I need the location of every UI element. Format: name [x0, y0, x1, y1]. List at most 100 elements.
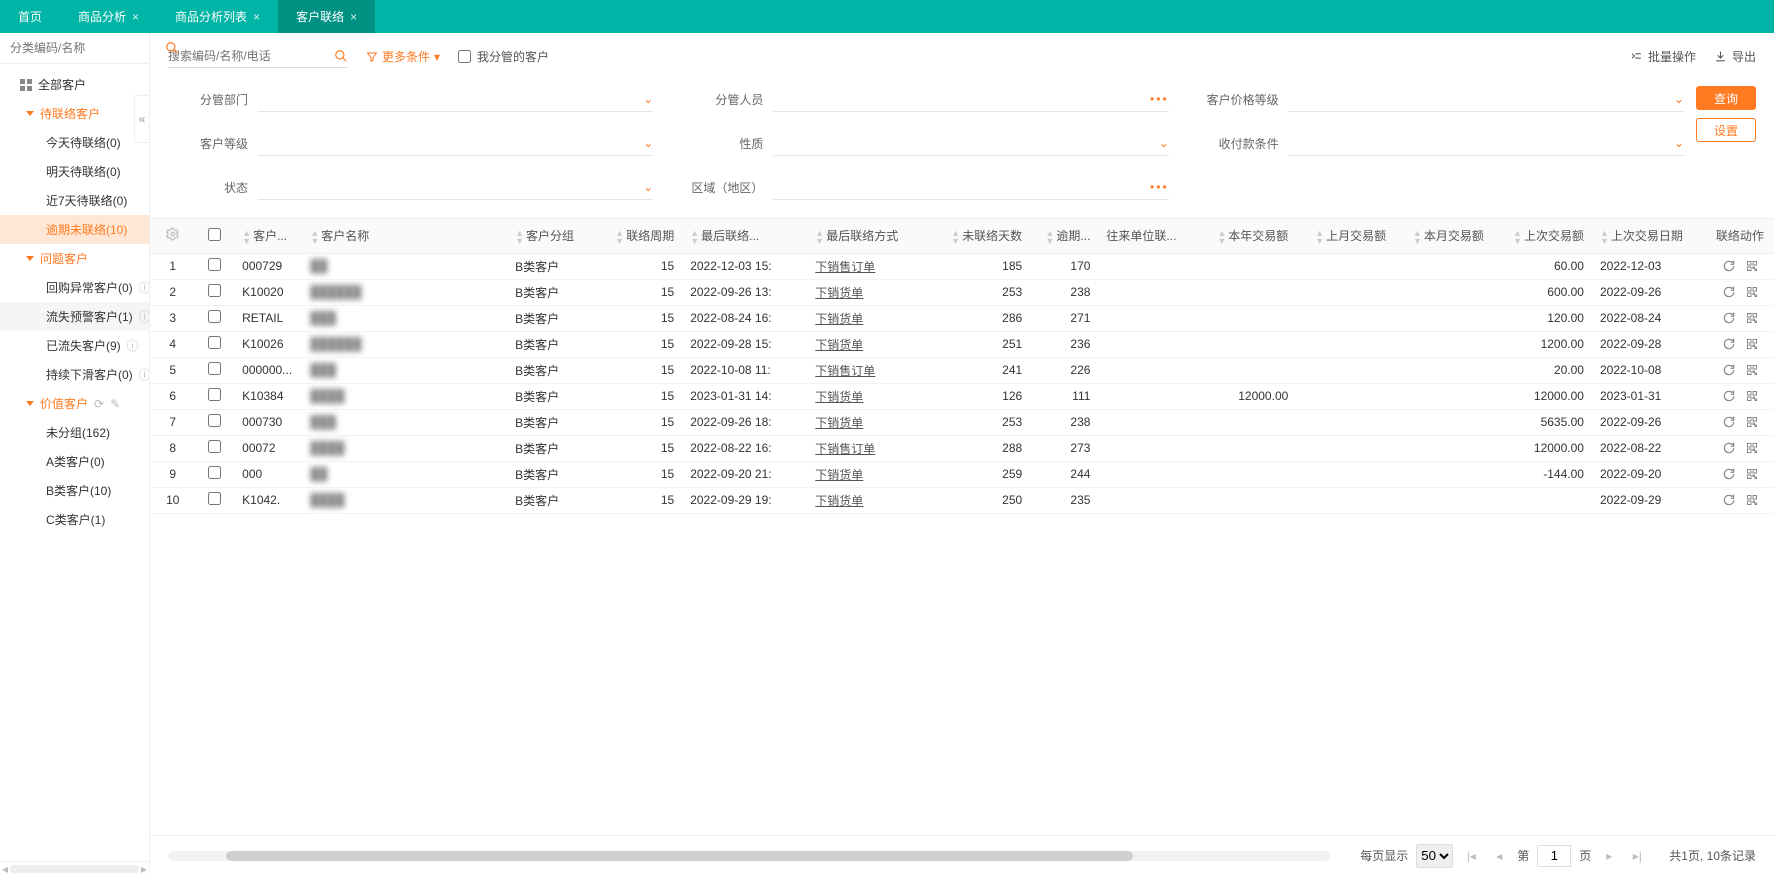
my-customers-checkbox[interactable]: 我分管的客户 — [458, 48, 549, 65]
wechat-icon[interactable] — [1722, 285, 1736, 299]
wechat-icon[interactable] — [1722, 337, 1736, 351]
page-input[interactable] — [1537, 845, 1571, 867]
col-thism[interactable]: ▲▼本月交易额 — [1394, 219, 1492, 253]
last-contact-link[interactable]: 下销货单 — [815, 286, 863, 300]
row-checkbox[interactable] — [208, 466, 221, 479]
qr-icon[interactable] — [1746, 467, 1758, 481]
tree-item[interactable]: C类客户(1) — [0, 505, 149, 534]
table-row[interactable]: 6 K10384 ████ B类客户 15 2023-01-31 14: 下销货… — [150, 383, 1774, 409]
col-lastamt[interactable]: ▲▼上次交易额 — [1492, 219, 1592, 253]
qr-icon[interactable] — [1746, 493, 1758, 507]
filter-status[interactable]: 状态⌄ — [168, 174, 653, 200]
qr-icon[interactable] — [1746, 441, 1758, 455]
col-lastm[interactable]: ▲▼上月交易额 — [1296, 219, 1394, 253]
collapse-sidebar-button[interactable]: « — [134, 95, 150, 143]
wechat-icon[interactable] — [1722, 259, 1736, 273]
close-icon[interactable]: × — [350, 10, 357, 24]
qr-icon[interactable] — [1746, 389, 1758, 403]
row-checkbox[interactable] — [208, 362, 221, 375]
qr-icon[interactable] — [1746, 363, 1758, 377]
wechat-icon[interactable] — [1722, 493, 1736, 507]
table-row[interactable]: 5 000000... ███ B类客户 15 2022-10-08 11: 下… — [150, 357, 1774, 383]
edit-icon[interactable]: ✎ — [110, 397, 120, 411]
row-checkbox[interactable] — [208, 336, 221, 349]
my-customers-checkbox-input[interactable] — [458, 50, 471, 63]
wechat-icon[interactable] — [1722, 467, 1736, 481]
wechat-icon[interactable] — [1722, 311, 1736, 325]
select-all-checkbox[interactable] — [208, 228, 221, 241]
tree-item[interactable]: 明天待联络(0) — [0, 157, 149, 186]
tree-group[interactable]: 价值客户 ⟳ ✎ — [0, 389, 149, 418]
top-tab[interactable]: 商品分析列表× — [157, 0, 278, 33]
qr-icon[interactable] — [1746, 337, 1758, 351]
col-overdue[interactable]: ▲▼逾期... — [1030, 219, 1098, 253]
row-checkbox[interactable] — [208, 440, 221, 453]
tree-group[interactable]: 问题客户 — [0, 244, 149, 273]
last-contact-link[interactable]: 下销售订单 — [815, 260, 875, 274]
filter-price-level[interactable]: 客户价格等级⌄ — [1199, 86, 1684, 112]
col-group[interactable]: ▲▼客户分组 — [507, 219, 598, 253]
prev-page-button[interactable]: ◂ — [1489, 846, 1509, 866]
tree-item[interactable]: 持续下滑客户(0) ⓘ — [0, 360, 149, 389]
filter-region[interactable]: 区域（地区）••• — [683, 174, 1168, 200]
row-checkbox[interactable] — [208, 414, 221, 427]
sidebar-search-input[interactable] — [10, 41, 165, 55]
next-page-button[interactable]: ▸ — [1599, 846, 1619, 866]
tree-item[interactable]: A类客户(0) — [0, 447, 149, 476]
tree-root[interactable]: 全部客户 — [0, 70, 149, 99]
qr-icon[interactable] — [1746, 259, 1758, 273]
tree-item[interactable]: 逾期未联络(10) — [0, 215, 149, 244]
batch-action-button[interactable]: 批量操作 — [1630, 48, 1696, 65]
col-code[interactable]: ▲▼客户... — [234, 219, 302, 253]
refresh-icon[interactable]: ⟳ — [94, 397, 104, 411]
table-row[interactable]: 4 K10026 ██████ B类客户 15 2022-09-28 15: 下… — [150, 331, 1774, 357]
tree-group[interactable]: 待联络客户 — [0, 99, 149, 128]
last-contact-link[interactable]: 下销货单 — [815, 416, 863, 430]
sidebar-horizontal-scrollbar[interactable]: ◂▸ — [0, 861, 149, 875]
wechat-icon[interactable] — [1722, 363, 1736, 377]
help-icon[interactable]: ⓘ — [127, 337, 139, 354]
settings-button[interactable]: 设置 — [1696, 118, 1756, 142]
col-unit[interactable]: 往来单位联... — [1098, 219, 1196, 253]
table-row[interactable]: 9 000 ██ B类客户 15 2022-09-20 21: 下销货单 259… — [150, 461, 1774, 487]
table-row[interactable]: 8 00072 ████ B类客户 15 2022-08-22 16: 下销售订… — [150, 435, 1774, 461]
help-icon[interactable]: ⓘ — [139, 366, 149, 383]
top-tab[interactable]: 商品分析× — [60, 0, 157, 33]
col-year[interactable]: ▲▼本年交易额 — [1196, 219, 1296, 253]
table-row[interactable]: 10 K1042. ████ B类客户 15 2022-09-29 19: 下销… — [150, 487, 1774, 513]
last-contact-link[interactable]: 下销售订单 — [815, 442, 875, 456]
tree-item[interactable]: 已流失客户(9) ⓘ — [0, 331, 149, 360]
tree-item[interactable]: 今天待联络(0) — [0, 128, 149, 157]
row-checkbox[interactable] — [208, 284, 221, 297]
search-icon[interactable] — [165, 41, 179, 55]
qr-icon[interactable] — [1746, 311, 1758, 325]
last-contact-link[interactable]: 下销货单 — [815, 494, 863, 508]
col-cycle[interactable]: ▲▼联络周期 — [598, 219, 682, 253]
qr-icon[interactable] — [1746, 415, 1758, 429]
table-row[interactable]: 7 000730 ███ B类客户 15 2022-09-26 18: 下销货单… — [150, 409, 1774, 435]
col-lastdate[interactable]: ▲▼上次交易日期 — [1592, 219, 1706, 253]
col-name[interactable]: ▲▼客户名称 — [302, 219, 507, 253]
main-search-input[interactable] — [168, 45, 334, 67]
tree-item[interactable]: B类客户(10) — [0, 476, 149, 505]
filter-pay-cond[interactable]: 收付款条件⌄ — [1199, 130, 1684, 156]
tree-item[interactable]: 回购异常客户(0) ⓘ — [0, 273, 149, 302]
tree-item[interactable]: 近7天待联络(0) — [0, 186, 149, 215]
tree-item[interactable]: 未分组(162) — [0, 418, 149, 447]
table-row[interactable]: 2 K10020 ██████ B类客户 15 2022-09-26 13: 下… — [150, 279, 1774, 305]
top-tab[interactable]: 客户联络× — [278, 0, 375, 33]
table-horizontal-scrollbar[interactable] — [168, 851, 1330, 861]
first-page-button[interactable]: |◂ — [1461, 846, 1481, 866]
close-icon[interactable]: × — [253, 10, 260, 24]
filter-dept[interactable]: 分管部门⌄ — [168, 86, 653, 112]
row-checkbox[interactable] — [208, 388, 221, 401]
query-button[interactable]: 查询 — [1696, 86, 1756, 110]
close-icon[interactable]: × — [132, 10, 139, 24]
tree-item[interactable]: 流失预警客户(1) ⓘ — [0, 302, 149, 331]
filter-nature[interactable]: 性质⌄ — [683, 130, 1168, 156]
filter-cust-level[interactable]: 客户等级⌄ — [168, 130, 653, 156]
last-contact-link[interactable]: 下销货单 — [815, 468, 863, 482]
wechat-icon[interactable] — [1722, 441, 1736, 455]
top-tab[interactable]: 首页 — [0, 0, 60, 33]
col-nocontact[interactable]: ▲▼未联络天数 — [932, 219, 1030, 253]
